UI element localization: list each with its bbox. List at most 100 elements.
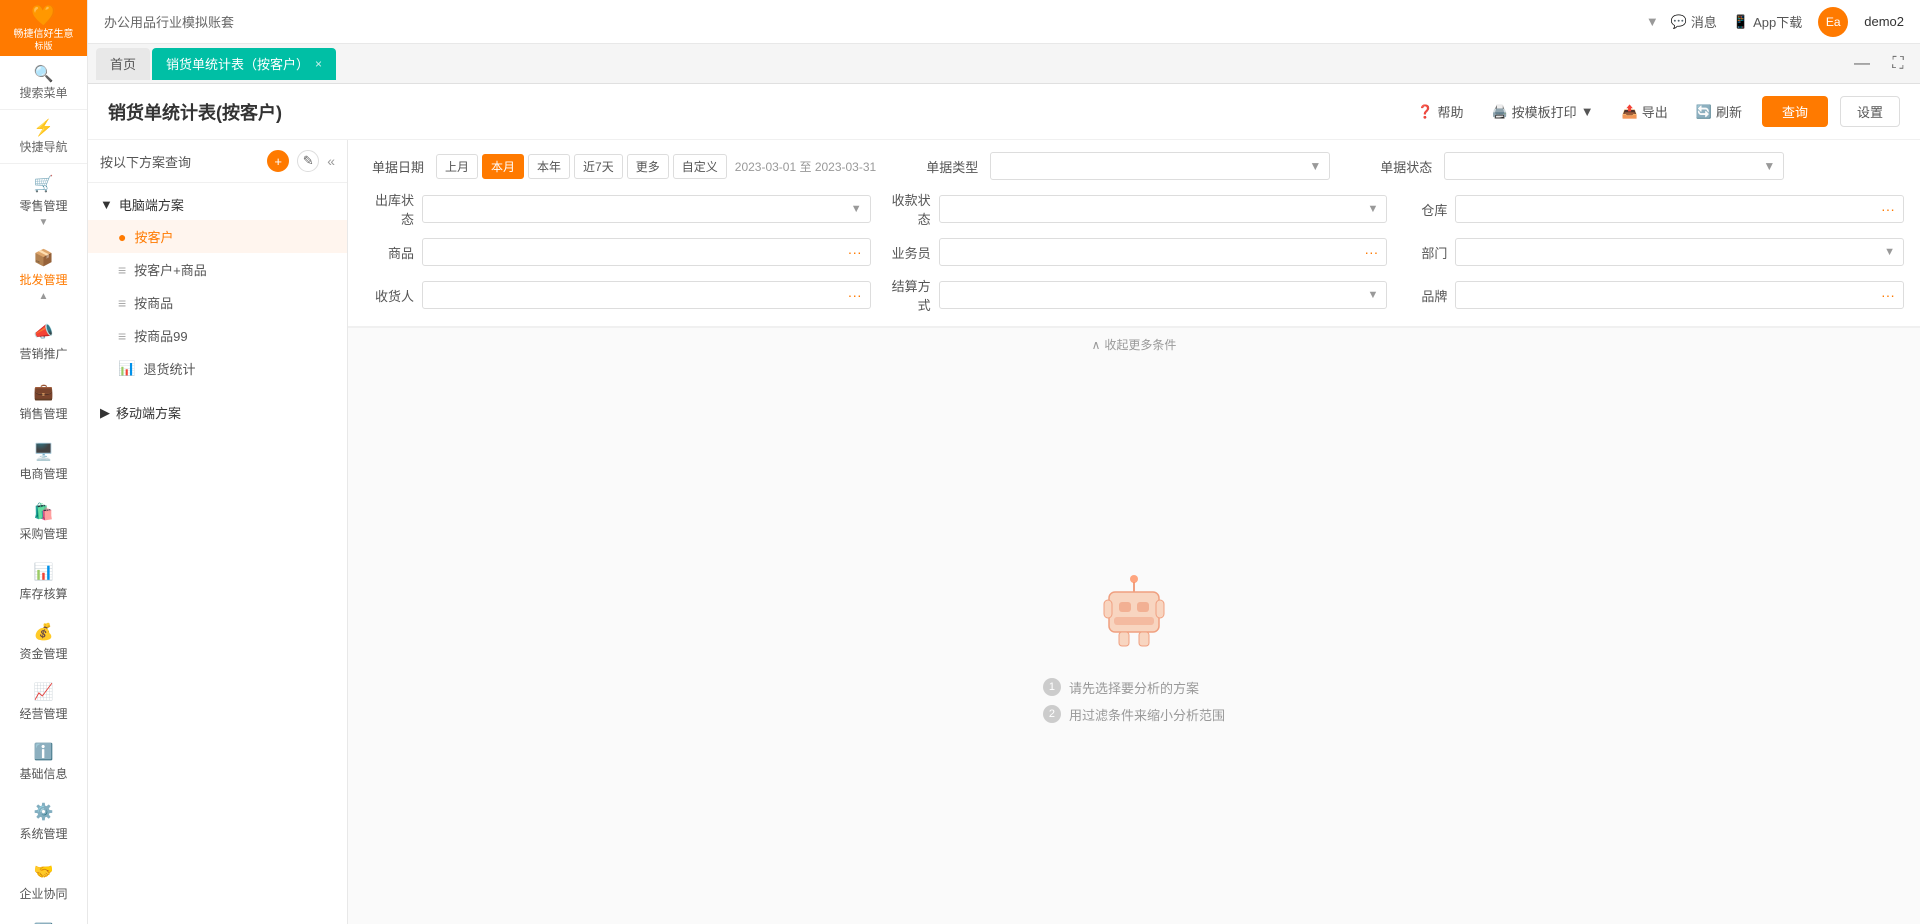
sidebar-item-basicinfo[interactable]: ℹ️ 基础信息 (0, 732, 88, 792)
sidebar-item-wholesale[interactable]: 📦 批发管理 ▲ (0, 238, 88, 312)
ecommerce-icon: 🖥️ (34, 442, 54, 462)
warehouse-select[interactable]: ··· (1455, 195, 1904, 223)
filter-department: 部门 ▼ (1397, 238, 1904, 266)
maximize-button[interactable]: ⛶ (1884, 50, 1912, 78)
sidebar-item-marketing[interactable]: 📣 营销推广 (0, 312, 88, 372)
print-button[interactable]: 🖨️ 按模板打印 ▼ (1483, 98, 1601, 125)
scheme-group-pc[interactable]: ▼ 电脑端方案 (88, 189, 347, 220)
finance-icon: 💰 (34, 622, 54, 642)
scheme-icon-1: ≡ (118, 262, 126, 278)
filter-receiver: 收货人 ··· (364, 276, 871, 314)
message-button[interactable]: 💬 消息 (1671, 12, 1717, 31)
arrow-right-icon: ▶ (100, 405, 110, 421)
voucher-status-select[interactable]: ▼ (1444, 152, 1784, 180)
scheme-item-return-stats[interactable]: 📊 退货统计 (88, 352, 347, 385)
sales-icon: 💼 (34, 382, 54, 402)
date-this-month[interactable]: 本月 (482, 154, 524, 179)
filter-brand: 品牌 ··· (1397, 276, 1904, 314)
settlement-select[interactable]: ▼ (939, 281, 1388, 309)
empty-tip-2: 2 用过滤条件来缩小分析范围 (1043, 705, 1225, 724)
page-header: 销货单统计表(按客户) ❓ 帮助 🖨️ 按模板打印 ▼ 📤 导出 🔄 刷新 (88, 84, 1920, 140)
filter-outstock: 出库状态 ▼ (364, 190, 871, 228)
app-logo[interactable]: 🧡 畅捷信好生意标版 (0, 0, 88, 56)
right-panel: 单据日期 上月 本月 本年 近7天 更多 自定义 2023-03-01 至 20… (348, 140, 1920, 924)
chevron-down-icon: ▼ (39, 217, 49, 228)
scheme-icon-3: ≡ (118, 328, 126, 344)
sidebar-item-system[interactable]: ⚙️ 系统管理 (0, 792, 88, 852)
collapse-panel-button[interactable]: « (327, 153, 335, 169)
date-this-year[interactable]: 本年 (528, 154, 570, 179)
product-select[interactable]: ··· (422, 238, 871, 266)
scheme-icon-2: ≡ (118, 295, 126, 311)
payment-select[interactable]: ▼ (939, 195, 1388, 223)
voucher-status-label: 单据状态 (1362, 157, 1432, 176)
inventory-icon: 📊 (34, 562, 54, 582)
brand-select[interactable]: ··· (1455, 281, 1904, 309)
sidebar-item-inventory[interactable]: 📊 库存核算 (0, 552, 88, 612)
minimize-button[interactable]: — (1848, 50, 1876, 78)
scheme-group-mobile[interactable]: ▶ 移动端方案 (88, 397, 347, 428)
date-custom[interactable]: 自定义 (673, 154, 727, 179)
date-more[interactable]: 更多 (627, 154, 669, 179)
query-button[interactable]: 查询 (1762, 96, 1828, 127)
chevron-up-icon: ▲ (39, 291, 49, 302)
sidebar-item-quicknav[interactable]: ⚡ 快捷导航 (0, 110, 88, 164)
empty-tips: 1 请先选择要分析的方案 2 用过滤条件来缩小分析范围 (1043, 678, 1225, 724)
chevron-down-icon: ▼ (1367, 289, 1378, 301)
sidebar-item-search[interactable]: 🔍 搜索菜单 (0, 56, 88, 110)
chevron-down-icon: ▼ (1309, 159, 1321, 173)
filter-row-1: 单据日期 上月 本月 本年 近7天 更多 自定义 2023-03-01 至 20… (364, 152, 1904, 180)
scheme-section-mobile: ▶ 移动端方案 (88, 391, 347, 434)
department-select[interactable]: ▼ (1455, 238, 1904, 266)
avatar[interactable]: Ea (1818, 7, 1848, 37)
date-label: 单据日期 (364, 157, 424, 176)
page-actions: ❓ 帮助 🖨️ 按模板打印 ▼ 📤 导出 🔄 刷新 查询 设置 (1409, 96, 1900, 139)
sidebar-item-retail[interactable]: 🛒 零售管理 ▼ (0, 164, 88, 238)
tab-active[interactable]: 销货单统计表（按客户） × (152, 48, 336, 80)
sidebar-item-ecommerce[interactable]: 🖥️ 电商管理 (0, 432, 88, 492)
sidebar-item-sales[interactable]: 💼 销售管理 (0, 372, 88, 432)
sidebar-item-newguide[interactable]: 🆕 新手引导 (0, 912, 88, 924)
edit-scheme-button[interactable]: ✎ (297, 150, 319, 172)
collapse-filter-button[interactable]: ∧ 收起更多条件 (348, 327, 1920, 361)
date-last-7days[interactable]: 近7天 (574, 154, 623, 179)
panel-title: 按以下方案查询 (100, 152, 259, 171)
dropdown-icon[interactable]: ▼ (1646, 14, 1659, 29)
help-button[interactable]: ❓ 帮助 (1409, 98, 1471, 125)
retail-icon: 🛒 (34, 174, 54, 194)
date-last-month[interactable]: 上月 (436, 154, 478, 179)
sidebar-item-cooperation[interactable]: 🤝 企业协同 (0, 852, 88, 912)
wholesale-icon: 📦 (34, 248, 54, 268)
scheme-item-customer-product[interactable]: ≡ 按客户+商品 (88, 253, 347, 286)
scheme-item-product99[interactable]: ≡ 按商品99 (88, 319, 347, 352)
add-scheme-button[interactable]: + (267, 150, 289, 172)
voucher-type-select[interactable]: ▼ (990, 152, 1330, 180)
scheme-item-by-customer[interactable]: ● 按客户 (88, 220, 347, 253)
sidebar-item-finance[interactable]: 💰 资金管理 (0, 612, 88, 672)
outstock-select[interactable]: ▼ (422, 195, 871, 223)
more-icon: ··· (1881, 201, 1895, 217)
sidebar-item-operation[interactable]: 📈 经营管理 (0, 672, 88, 732)
left-panel: 按以下方案查询 + ✎ « ▼ 电脑端方案 ● 按客户 ≡ (88, 140, 348, 924)
industry-title: 办公用品行业模拟账套 (104, 12, 1634, 31)
tab-close-button[interactable]: × (315, 57, 322, 71)
arrow-down-icon: ▼ (100, 197, 113, 212)
export-button[interactable]: 📤 导出 (1614, 98, 1676, 125)
app-download-button[interactable]: 📱 App下载 (1733, 12, 1802, 31)
salesman-select[interactable]: ··· (939, 238, 1388, 266)
empty-state: 1 请先选择要分析的方案 2 用过滤条件来缩小分析范围 (348, 361, 1920, 924)
sidebar-item-purchase[interactable]: 🛍️ 采购管理 (0, 492, 88, 552)
refresh-icon: 🔄 (1696, 104, 1712, 120)
refresh-button[interactable]: 🔄 刷新 (1688, 98, 1750, 125)
main-area: 办公用品行业模拟账套 ▼ 💬 消息 📱 App下载 Ea demo2 首页 销货… (88, 0, 1920, 924)
print-dropdown-icon[interactable]: ▼ (1581, 104, 1594, 119)
scheme-item-by-product[interactable]: ≡ 按商品 (88, 286, 347, 319)
more-icon: ··· (848, 287, 862, 303)
page-content: 销货单统计表(按客户) ❓ 帮助 🖨️ 按模板打印 ▼ 📤 导出 🔄 刷新 (88, 84, 1920, 924)
filter-area: 单据日期 上月 本月 本年 近7天 更多 自定义 2023-03-01 至 20… (348, 140, 1920, 327)
tab-home[interactable]: 首页 (96, 48, 150, 80)
download-icon: 📱 (1733, 14, 1749, 30)
settings-button[interactable]: 设置 (1840, 96, 1900, 127)
receiver-select[interactable]: ··· (422, 281, 871, 309)
filter-settlement: 结算方式 ▼ (881, 276, 1388, 314)
